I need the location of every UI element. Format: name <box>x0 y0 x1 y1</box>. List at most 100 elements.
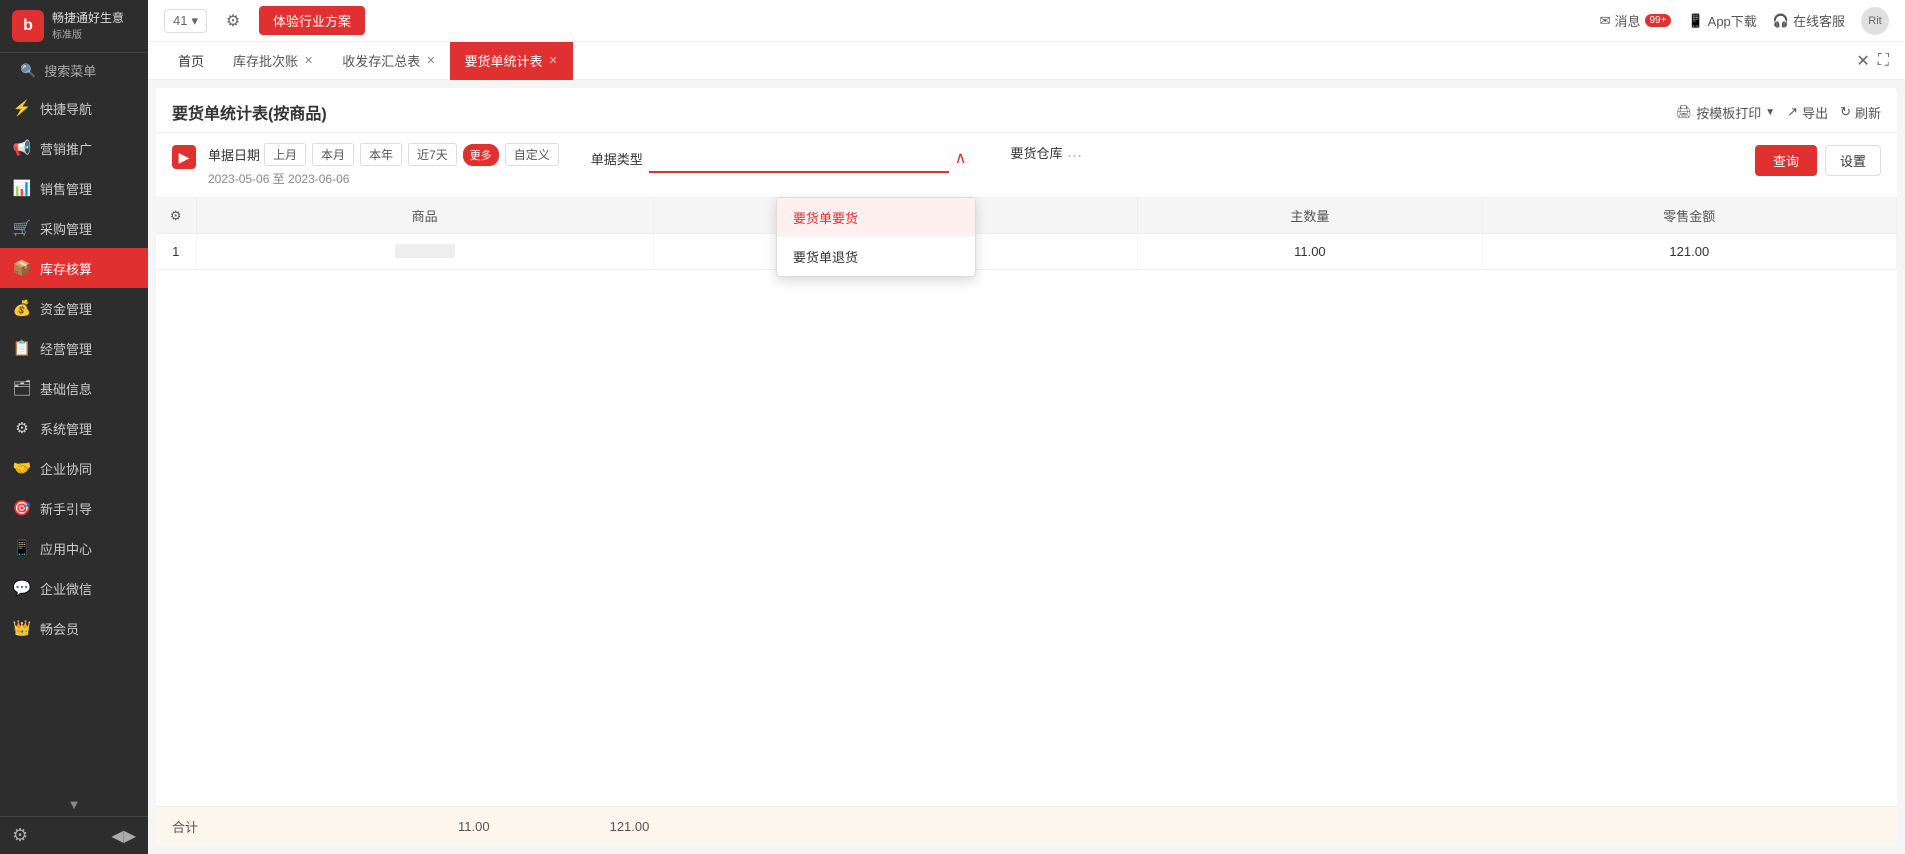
marketing-icon: 📢 <box>12 138 32 158</box>
type-label: 单据类型 <box>591 149 643 168</box>
store-name: 41 <box>173 13 187 28</box>
row-amount[interactable]: 121.00 <box>1482 234 1896 270</box>
sales-icon: 📊 <box>12 178 32 198</box>
tab-label-home: 首页 <box>178 51 204 70</box>
sidebar-item-wechat[interactable]: 💬 企业微信 <box>0 568 148 608</box>
col-settings[interactable]: ⚙ <box>156 198 196 234</box>
page-content: 要货单统计表(按商品) 🖨 按模板打印 ▼ ↗ 导出 ↻ 刷新 ▶ <box>156 88 1897 846</box>
tab-home[interactable]: 首页 <box>164 42 219 80</box>
filter-expand-button[interactable]: ▶ <box>172 145 196 169</box>
main-content: 41 ▾ ⚙ 体验行业方案 ✉ 消息 99+ 📱 App下载 🎧 在线客服 Ri… <box>148 0 1905 854</box>
sidebar-scroll-down[interactable]: ▼ <box>0 793 148 816</box>
dropdown-item-incoming[interactable]: 要货单要货 <box>777 198 975 237</box>
app-download-action[interactable]: 📱 App下载 <box>1687 11 1756 30</box>
this-month-btn[interactable]: 本月 <box>312 143 354 166</box>
type-filter-group: 单据类型 ∧ <box>591 143 967 173</box>
member-label: 畅会员 <box>40 619 79 638</box>
tab-close-receive-summary[interactable]: ✕ <box>426 54 435 67</box>
sidebar-item-operations[interactable]: 📋 经营管理 <box>0 328 148 368</box>
sidebar-item-purchase[interactable]: 🛒 采购管理 <box>0 208 148 248</box>
filter-bar: ▶ 单据日期 上月 本月 本年 近7天 更多 自定义 2023-05-06 至 … <box>156 133 1897 198</box>
col-product: 商品 <box>196 198 653 234</box>
this-year-btn[interactable]: 本年 <box>360 143 402 166</box>
tab-label-order-stats: 要货单统计表 <box>464 51 542 70</box>
tab-close-order-stats[interactable]: ✕ <box>549 54 558 67</box>
finance-label: 资金管理 <box>40 299 92 318</box>
sidebar-item-quick-nav[interactable]: ⚡ 快捷导航 <box>0 88 148 128</box>
export-icon: ↗ <box>1787 104 1798 120</box>
type-collapse-icon[interactable]: ∧ <box>955 148 967 168</box>
online-service-action[interactable]: 🎧 在线客服 <box>1773 11 1845 30</box>
system-label: 系统管理 <box>40 419 92 438</box>
filter-settings-button[interactable]: 设置 <box>1825 145 1881 176</box>
search-icon: 🔍 <box>20 63 36 79</box>
sidebar-item-member[interactable]: 👑 畅会员 <box>0 608 148 648</box>
custom-date-btn[interactable]: 自定义 <box>505 143 559 166</box>
page-title: 要货单统计表(按商品) <box>172 100 327 124</box>
messages-action[interactable]: ✉ 消息 99+ <box>1600 11 1672 30</box>
page-actions: 🖨 按模板打印 ▼ ↗ 导出 ↻ 刷新 <box>1676 103 1881 122</box>
marketing-label: 营销推广 <box>40 139 92 158</box>
expand-icon: ▼ <box>1765 107 1775 118</box>
type-input[interactable] <box>649 143 949 173</box>
user-avatar[interactable]: Rit <box>1861 7 1889 35</box>
settings-icon[interactable]: ⚙ <box>12 825 28 846</box>
more-date-btn[interactable]: 更多 <box>463 144 499 166</box>
dropdown-item-return[interactable]: 要货单退货 <box>777 237 975 276</box>
basic-icon: 🗂 <box>12 378 32 398</box>
table-header-row: ⚙ 商品 主计量单位 主数量 零售金额 <box>156 198 1897 234</box>
sidebar-item-sales[interactable]: 📊 销售管理 <box>0 168 148 208</box>
tab-label-inventory-batch: 库存批次账 <box>233 51 298 70</box>
topbar-gear-button[interactable]: ⚙ <box>219 7 247 35</box>
appstore-label: 应用中心 <box>40 539 92 558</box>
table-footer: 合计 11.00 121.00 <box>156 806 1897 846</box>
column-settings-icon[interactable]: ⚙ <box>170 208 182 223</box>
sidebar-item-appstore[interactable]: 📱 应用中心 <box>0 528 148 568</box>
tab-receive-summary[interactable]: 收发存汇总表 ✕ <box>328 42 450 80</box>
tab-close-all-button[interactable]: ✕ <box>1856 51 1869 71</box>
export-button[interactable]: ↗ 导出 <box>1787 103 1828 122</box>
search-menu[interactable]: 🔍 搜索菜单 <box>0 53 148 88</box>
sidebar-item-marketing[interactable]: 📢 营销推广 <box>0 128 148 168</box>
operations-icon: 📋 <box>12 338 32 358</box>
footer-amount: 121.00 <box>610 819 650 834</box>
sidebar-item-finance[interactable]: 💰 资金管理 <box>0 288 148 328</box>
footer-quantity: 11.00 <box>458 819 490 834</box>
inventory-label: 库存核算 <box>40 259 92 278</box>
collapse-icon[interactable]: ◀▶ <box>111 826 136 846</box>
sidebar-item-system[interactable]: ⚙ 系统管理 <box>0 408 148 448</box>
last-7days-btn[interactable]: 近7天 <box>408 143 457 166</box>
sidebar-item-enterprise[interactable]: 🤝 企业协同 <box>0 448 148 488</box>
refresh-button[interactable]: ↻ 刷新 <box>1840 103 1881 122</box>
trial-button[interactable]: 体验行业方案 <box>259 6 365 35</box>
messages-badge: 99+ <box>1645 14 1672 27</box>
date-filter-group: 单据日期 上月 本月 本年 近7天 更多 自定义 2023-05-06 至 20… <box>208 143 559 187</box>
quick-nav-label: 快捷导航 <box>40 99 92 118</box>
mobile-icon: 📱 <box>1687 13 1703 29</box>
tab-order-stats[interactable]: 要货单统计表 ✕ <box>450 42 572 80</box>
last-month-btn[interactable]: 上月 <box>264 143 306 166</box>
date-label: 单据日期 <box>208 145 260 164</box>
row-quantity[interactable]: 11.00 <box>1138 234 1482 270</box>
tab-label-receive-summary: 收发存汇总表 <box>342 51 420 70</box>
dropdown-arrow-icon: ▾ <box>191 13 198 29</box>
appstore-icon: 📱 <box>12 538 32 558</box>
app-edition: 标准版 <box>52 26 124 41</box>
sidebar-item-basic[interactable]: 🗂 基础信息 <box>0 368 148 408</box>
row-product <box>196 234 653 270</box>
col-quantity: 主数量 <box>1138 198 1482 234</box>
warehouse-label: 要货仓库 <box>1011 143 1063 162</box>
sales-label: 销售管理 <box>40 179 92 198</box>
tab-maximize-button[interactable]: ⛶ <box>1878 52 1889 70</box>
print-template-button[interactable]: 🖨 按模板打印 ▼ <box>1676 103 1775 122</box>
warehouse-more-icon[interactable]: … <box>1067 144 1083 162</box>
purchase-icon: 🛒 <box>12 218 32 238</box>
sidebar-item-inventory[interactable]: 📦 库存核算 <box>0 248 148 288</box>
query-button[interactable]: 查询 <box>1755 145 1817 176</box>
tab-close-inventory-batch[interactable]: ✕ <box>304 54 313 67</box>
purchase-label: 采购管理 <box>40 219 92 238</box>
sidebar-item-guide[interactable]: 🎯 新手引导 <box>0 488 148 528</box>
enterprise-icon: 🤝 <box>12 458 32 478</box>
store-selector[interactable]: 41 ▾ <box>164 9 207 33</box>
tab-inventory-batch[interactable]: 库存批次账 ✕ <box>219 42 328 80</box>
